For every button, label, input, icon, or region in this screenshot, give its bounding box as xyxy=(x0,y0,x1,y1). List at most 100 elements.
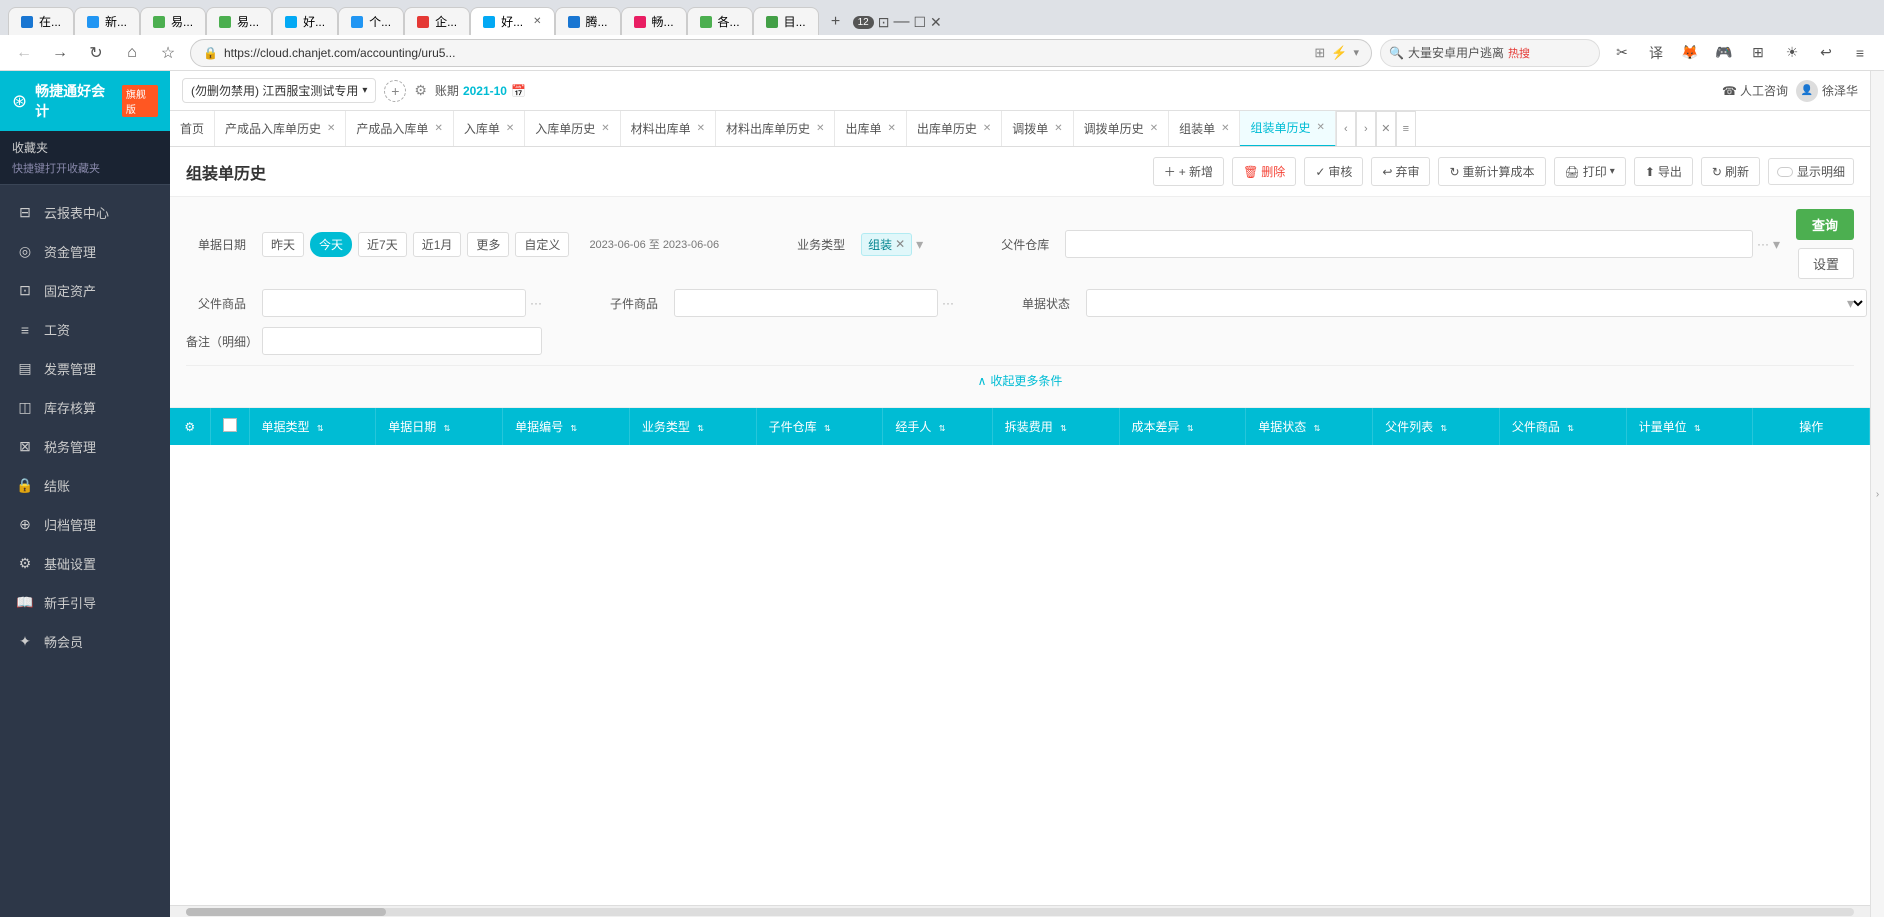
theme-icon[interactable]: ☀ xyxy=(1778,39,1806,67)
period-calendar-icon[interactable]: 📅 xyxy=(511,84,526,98)
browser-maximize-btn[interactable]: ☐ xyxy=(913,14,926,31)
sort-cost-diff[interactable]: ⇅ xyxy=(1187,425,1194,433)
parent-warehouse-more-icon[interactable]: ··· xyxy=(1757,237,1769,251)
sidebar-item-fapiao[interactable]: ▤ 发票管理 xyxy=(0,349,170,388)
sidebar-item-jichushezhi[interactable]: ⚙ 基础设置 xyxy=(0,544,170,583)
query-button[interactable]: 查询 xyxy=(1796,209,1854,240)
doc-tab-11[interactable]: 组装单 ✕ xyxy=(1169,111,1240,147)
sort-unit[interactable]: ⇅ xyxy=(1694,425,1701,433)
show-detail-toggle[interactable]: 显示明细 xyxy=(1768,158,1854,185)
doc-tab-close-6[interactable]: ✕ xyxy=(816,123,824,134)
user-info[interactable]: 👤 徐泽华 xyxy=(1796,80,1858,102)
doc-tab-close-11[interactable]: ✕ xyxy=(1221,123,1229,134)
sidebar-item-kucun[interactable]: ◫ 库存核算 xyxy=(0,388,170,427)
delete-button[interactable]: 🗑 删除 xyxy=(1232,157,1296,186)
date-btn-7days[interactable]: 近7天 xyxy=(358,232,407,257)
business-type-remove-btn[interactable]: ✕ xyxy=(895,237,905,251)
browser-tab-5[interactable]: 个... xyxy=(338,7,404,35)
doc-tab-close-4[interactable]: ✕ xyxy=(601,123,609,134)
browser-tab-10[interactable]: 各... xyxy=(687,7,753,35)
sort-doc-type[interactable]: ⇅ xyxy=(317,425,324,433)
url-bar[interactable]: 🔒 https://cloud.chanjet.com/accounting/u… xyxy=(190,39,1372,67)
table-settings-col[interactable]: ⚙ xyxy=(170,408,210,445)
status-select[interactable] xyxy=(1086,289,1867,317)
child-goods-more-icon[interactable]: ··· xyxy=(942,296,954,310)
parent-goods-input[interactable] xyxy=(262,289,526,317)
sidebar-item-jiezhang[interactable]: 🔒 结账 xyxy=(0,466,170,505)
sort-parent-list[interactable]: ⇅ xyxy=(1440,425,1447,433)
date-btn-today[interactable]: 今天 xyxy=(310,232,352,257)
doc-tab-close-1[interactable]: ✕ xyxy=(327,123,335,134)
print-dropdown-icon[interactable]: ▾ xyxy=(1610,166,1615,177)
date-btn-more[interactable]: 更多 xyxy=(467,232,509,257)
browser-tab-4[interactable]: 好... xyxy=(272,7,338,35)
back-button[interactable]: ← xyxy=(10,39,38,67)
cut-icon[interactable]: ✂ xyxy=(1608,39,1636,67)
sidebar-item-zijin[interactable]: ◎ 资金管理 xyxy=(0,232,170,271)
extension-3-icon[interactable]: ⊞ xyxy=(1744,39,1772,67)
search-bar[interactable]: 🔍 大量安卓用户逃离 热搜 xyxy=(1380,39,1600,67)
sidebar-item-gudingzichan[interactable]: ⊡ 固定资产 xyxy=(0,271,170,310)
sort-handler[interactable]: ⇅ xyxy=(939,425,946,433)
browser-tab-2[interactable]: 易... xyxy=(140,7,206,35)
doc-tab-close-7[interactable]: ✕ xyxy=(887,123,895,134)
browser-minimize-btn[interactable]: — xyxy=(893,13,909,31)
doc-tab-1[interactable]: 产成品入库单历史 ✕ xyxy=(215,111,346,147)
audit-button[interactable]: ✓ 审核 xyxy=(1304,157,1363,186)
doc-tab-6[interactable]: 材料出库单历史 ✕ xyxy=(716,111,835,147)
browser-tab-3[interactable]: 易... xyxy=(206,7,272,35)
doc-tab-8[interactable]: 出库单历史 ✕ xyxy=(907,111,1002,147)
sidebar-item-xinshouyindao[interactable]: 📖 新手引导 xyxy=(0,583,170,622)
select-all-checkbox[interactable] xyxy=(223,418,237,432)
child-goods-input[interactable] xyxy=(674,289,938,317)
doc-tab-close-3[interactable]: ✕ xyxy=(506,123,514,134)
collapse-filters-btn[interactable]: ∧ 收起更多条件 xyxy=(186,365,1854,395)
tab-prev-btn[interactable]: ‹ xyxy=(1336,111,1356,147)
abandon-button[interactable]: ↩ 弃审 xyxy=(1371,157,1430,186)
doc-tab-home[interactable]: 首页 xyxy=(170,111,215,147)
sidebar-item-gongzi[interactable]: ≡ 工资 xyxy=(0,310,170,349)
company-selector[interactable]: (勿删勿禁用) 江西服宝测试专用 ▾ xyxy=(182,78,376,103)
doc-tab-10[interactable]: 调拨单历史 ✕ xyxy=(1074,111,1169,147)
browser-close-btn[interactable]: ✕ xyxy=(930,14,942,31)
sort-doc-no[interactable]: ⇅ xyxy=(570,425,577,433)
print-button[interactable]: 🖨 打印 ▾ xyxy=(1554,157,1626,186)
right-collapse-panel[interactable]: › xyxy=(1870,71,1884,917)
date-btn-yesterday[interactable]: 昨天 xyxy=(262,232,304,257)
parent-goods-more-icon[interactable]: ··· xyxy=(530,296,542,310)
business-type-dropdown-icon[interactable]: ▾ xyxy=(916,236,923,253)
add-company-btn[interactable]: + xyxy=(384,80,406,102)
browser-tab-6[interactable]: 企... xyxy=(404,7,470,35)
settings-btn-top[interactable]: ⚙ xyxy=(414,82,427,99)
doc-tab-4[interactable]: 入库单历史 ✕ xyxy=(525,111,620,147)
home-button[interactable]: ⌂ xyxy=(118,39,146,67)
doc-tab-5[interactable]: 材料出库单 ✕ xyxy=(621,111,716,147)
scroll-thumb[interactable] xyxy=(186,908,386,916)
new-tab-button[interactable]: + xyxy=(823,9,849,35)
doc-tab-2[interactable]: 产成品入库单 ✕ xyxy=(346,111,453,147)
date-btn-custom[interactable]: 自定义 xyxy=(515,232,569,257)
parent-warehouse-input[interactable] xyxy=(1065,230,1753,258)
extension-2-icon[interactable]: 🎮 xyxy=(1710,39,1738,67)
status-dropdown-icon[interactable]: ▾ xyxy=(1847,295,1854,312)
doc-tab-7[interactable]: 出库单 ✕ xyxy=(835,111,906,147)
sidebar-item-shuiwu[interactable]: ⊠ 税务管理 xyxy=(0,427,170,466)
notes-input[interactable] xyxy=(262,327,542,355)
doc-tab-9[interactable]: 调拨单 ✕ xyxy=(1002,111,1073,147)
doc-tab-close-5[interactable]: ✕ xyxy=(697,123,705,134)
tab-next-btn[interactable]: › xyxy=(1356,111,1376,147)
table-gear-icon[interactable]: ⚙ xyxy=(184,420,195,434)
tab-more-btn[interactable]: ≡ xyxy=(1396,111,1416,147)
browser-tab-close-7[interactable]: ✕ xyxy=(533,16,541,27)
sort-parent-goods[interactable]: ⇅ xyxy=(1567,425,1574,433)
doc-tab-close-2[interactable]: ✕ xyxy=(434,123,442,134)
sort-assembly-fee[interactable]: ⇅ xyxy=(1060,425,1067,433)
doc-tab-close-8[interactable]: ✕ xyxy=(983,123,991,134)
recalculate-button[interactable]: ↻ 重新计算成本 xyxy=(1438,157,1545,186)
browser-tab-9[interactable]: 畅... xyxy=(621,7,687,35)
table-checkbox-col[interactable] xyxy=(210,408,249,445)
refresh-button[interactable]: ↻ 刷新 xyxy=(1701,157,1760,186)
sort-doc-date[interactable]: ⇅ xyxy=(444,425,451,433)
doc-tab-close-12[interactable]: ✕ xyxy=(1317,122,1325,133)
service-button[interactable]: ☎ 人工咨询 xyxy=(1722,82,1788,99)
